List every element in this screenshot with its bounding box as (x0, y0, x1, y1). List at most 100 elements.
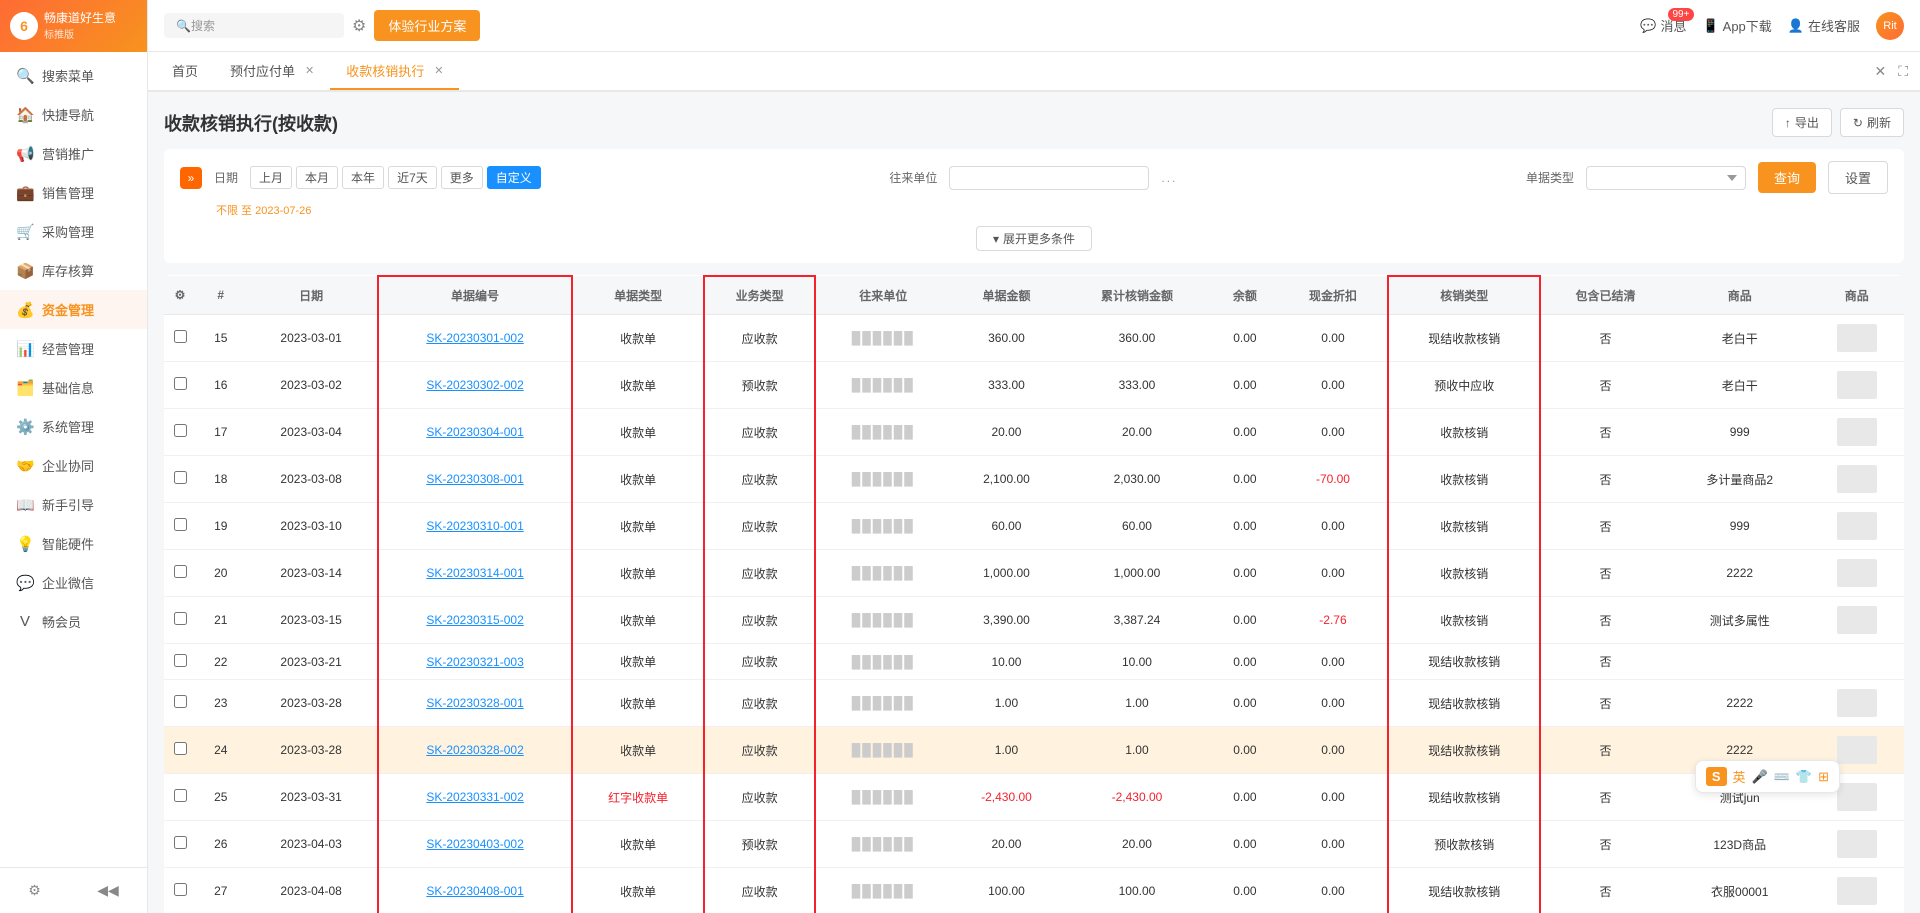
tab-close-all-btn[interactable]: ✕ (1870, 59, 1890, 84)
sidebar-item-14[interactable]: V畅会员 (0, 602, 147, 641)
row-checkbox[interactable] (174, 789, 187, 802)
cell-balance: 0.00 (1211, 727, 1278, 774)
tab-verify-close[interactable]: ✕ (434, 64, 443, 77)
cell-settings[interactable] (164, 680, 196, 727)
shirt-icon[interactable]: 👕 (1796, 769, 1812, 785)
cell-settings[interactable] (164, 821, 196, 868)
bill-no-link[interactable]: SK-20230328-001 (426, 696, 523, 710)
bill-no-link[interactable]: SK-20230328-002 (426, 743, 523, 757)
cell-date: 2023-03-01 (246, 315, 378, 362)
date-this-year-btn[interactable]: 本年 (342, 166, 384, 189)
tab-fullscreen-btn[interactable]: ⛶ (1894, 59, 1912, 84)
cell-balance: 0.00 (1211, 362, 1278, 409)
cell-settings[interactable] (164, 868, 196, 913)
bill-no-link[interactable]: SK-20230310-001 (426, 519, 523, 533)
tab-home[interactable]: 首页 (156, 53, 214, 90)
sidebar-item-10[interactable]: 🤝企业协同 (0, 446, 147, 485)
row-checkbox[interactable] (174, 883, 187, 896)
sidebar-item-13[interactable]: 💬企业微信 (0, 563, 147, 602)
online-service-btn[interactable]: 👤 在线客服 (1788, 16, 1860, 35)
expand-more-btn[interactable]: ▾ 展开更多条件 (976, 226, 1092, 251)
cell-settings[interactable] (164, 774, 196, 821)
date-custom-btn[interactable]: 自定义 (487, 166, 541, 189)
th-settings[interactable]: ⚙ (164, 276, 196, 315)
cell-settings[interactable] (164, 503, 196, 550)
sidebar-icon-2: 📢 (16, 145, 34, 163)
grid-icon[interactable]: ⊞ (1818, 769, 1829, 785)
row-checkbox[interactable] (174, 471, 187, 484)
filter-toggle-btn[interactable]: » (180, 167, 202, 189)
cell-settings[interactable] (164, 597, 196, 644)
date-last-month-btn[interactable]: 上月 (250, 166, 292, 189)
date-7days-btn[interactable]: 近7天 (388, 166, 437, 189)
cell-settings[interactable] (164, 456, 196, 503)
keyboard-icon[interactable]: ⌨️ (1774, 769, 1790, 785)
app-download-btn[interactable]: 📱 App下载 (1702, 16, 1771, 35)
date-more-btn[interactable]: 更多 (441, 166, 483, 189)
mic-icon[interactable]: 🎤 (1752, 769, 1768, 785)
bill-no-link[interactable]: SK-20230302-002 (426, 378, 523, 392)
message-btn[interactable]: 💬 消息 99+ (1640, 16, 1686, 35)
cell-date: 2023-03-14 (246, 550, 378, 597)
bill-no-link[interactable]: SK-20230321-003 (426, 655, 523, 669)
export-btn[interactable]: ↑ 导出 (1772, 108, 1832, 137)
sidebar-item-7[interactable]: 📊经营管理 (0, 329, 147, 368)
row-checkbox[interactable] (174, 377, 187, 390)
row-checkbox[interactable] (174, 836, 187, 849)
solution-btn[interactable]: 体验行业方案 (374, 10, 480, 41)
sidebar-item-3[interactable]: 💼销售管理 (0, 173, 147, 212)
sidebar-item-1[interactable]: 🏠快捷导航 (0, 95, 147, 134)
collapse-sidebar-btn[interactable]: ◀◀ (91, 876, 125, 905)
row-checkbox[interactable] (174, 565, 187, 578)
topbar-search-box[interactable]: 🔍 搜索 (164, 13, 344, 38)
user-avatar[interactable]: Rit (1876, 12, 1904, 40)
row-checkbox[interactable] (174, 742, 187, 755)
query-btn[interactable]: 查询 (1758, 162, 1816, 193)
bill-no-link[interactable]: SK-20230408-001 (426, 884, 523, 898)
row-checkbox[interactable] (174, 424, 187, 437)
bill-no-link[interactable]: SK-20230314-001 (426, 566, 523, 580)
cell-settings[interactable] (164, 550, 196, 597)
tab-verify[interactable]: 收款核销执行 ✕ (330, 53, 459, 90)
sidebar-item-2[interactable]: 📢营销推广 (0, 134, 147, 173)
cell-balance: 0.00 (1211, 774, 1278, 821)
refresh-btn[interactable]: ↻ 刷新 (1840, 108, 1904, 137)
sidebar-item-12[interactable]: 💡智能硬件 (0, 524, 147, 563)
bill-no-link[interactable]: SK-20230301-002 (426, 331, 523, 345)
partner-filter-input[interactable] (949, 166, 1149, 190)
cell-settings[interactable] (164, 727, 196, 774)
sidebar-item-4[interactable]: 🛒采购管理 (0, 212, 147, 251)
bill-no-link[interactable]: SK-20230308-001 (426, 472, 523, 486)
sidebar-item-0[interactable]: 🔍搜索菜单 (0, 56, 147, 95)
cell-settings[interactable] (164, 362, 196, 409)
cell-settings[interactable] (164, 644, 196, 680)
table-row: 19 2023-03-10 SK-20230310-001 收款单 应收款 ██… (164, 503, 1904, 550)
date-this-month-btn[interactable]: 本月 (296, 166, 338, 189)
cell-settings[interactable] (164, 409, 196, 456)
cell-biz-type: 应收款 (704, 644, 815, 680)
row-checkbox[interactable] (174, 330, 187, 343)
row-checkbox[interactable] (174, 654, 187, 667)
cell-date: 2023-04-08 (246, 868, 378, 913)
bill-type-select[interactable]: 收款单 红字收款单 (1586, 166, 1746, 190)
bill-no-link[interactable]: SK-20230331-002 (426, 790, 523, 804)
cell-row-num: 22 (196, 644, 246, 680)
cell-settings[interactable] (164, 315, 196, 362)
sidebar-item-11[interactable]: 📖新手引导 (0, 485, 147, 524)
bill-no-link[interactable]: SK-20230315-002 (426, 613, 523, 627)
filter-settings-btn[interactable]: 设置 (1828, 161, 1888, 194)
sidebar-item-6[interactable]: 💰资金管理 (0, 290, 147, 329)
sidebar-item-5[interactable]: 📦库存核算 (0, 251, 147, 290)
bill-no-link[interactable]: SK-20230403-002 (426, 837, 523, 851)
sidebar-item-8[interactable]: 🗂️基础信息 (0, 368, 147, 407)
table-row: 20 2023-03-14 SK-20230314-001 收款单 应收款 ██… (164, 550, 1904, 597)
row-checkbox[interactable] (174, 695, 187, 708)
tab-prepayment-close[interactable]: ✕ (305, 64, 314, 77)
row-checkbox[interactable] (174, 518, 187, 531)
tab-prepayment[interactable]: 预付应付单 ✕ (214, 53, 330, 90)
topbar-gear-icon[interactable]: ⚙ (352, 16, 366, 36)
settings-footer-btn[interactable]: ⚙ (22, 876, 47, 905)
bill-no-link[interactable]: SK-20230304-001 (426, 425, 523, 439)
sidebar-item-9[interactable]: ⚙️系统管理 (0, 407, 147, 446)
row-checkbox[interactable] (174, 612, 187, 625)
